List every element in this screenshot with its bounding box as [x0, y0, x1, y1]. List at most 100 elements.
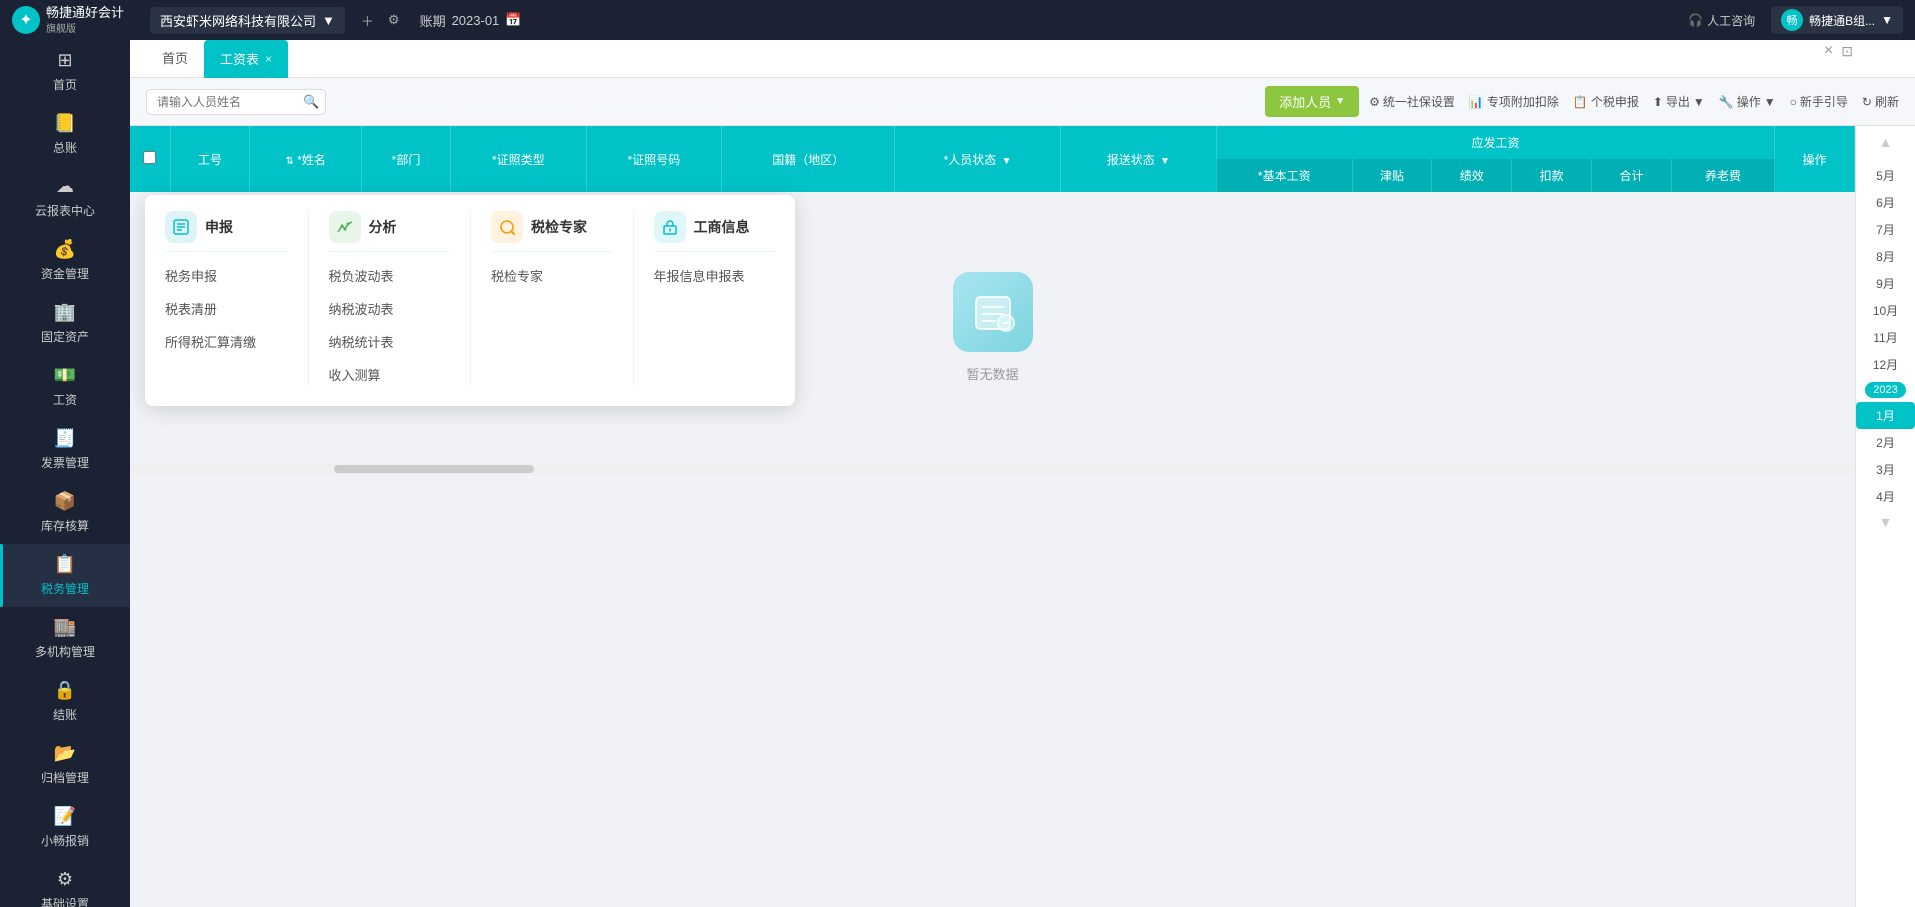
menu-tax-stats[interactable]: 纳税统计表 — [329, 330, 451, 353]
declaration-items: 税务申报 税表清册 所得税汇算清缴 — [165, 264, 288, 353]
calendar-year-badge[interactable]: 2023 — [1865, 382, 1905, 398]
sidebar-item-multi[interactable]: 🏬 多机构管理 — [0, 607, 130, 670]
scrollbar-thumb[interactable] — [334, 465, 534, 473]
calendar-month-7[interactable]: 7月 — [1856, 216, 1915, 243]
sidebar-item-tax[interactable]: 📋 税务管理 — [0, 544, 130, 607]
funds-icon: 💰 — [54, 239, 76, 260]
calendar-month-4[interactable]: 4月 — [1856, 483, 1915, 510]
menu-annual-report[interactable]: 年报信息申报表 — [654, 264, 776, 287]
add-person-label: 添加人员 — [1279, 92, 1331, 111]
period-label: 账期 — [420, 11, 446, 30]
calendar-month-8[interactable]: 8月 — [1856, 243, 1915, 270]
calendar-month-11[interactable]: 11月 — [1856, 324, 1915, 351]
export-btn[interactable]: ⬆ 导出 ▼ — [1653, 93, 1705, 110]
service-label: 人工咨询 — [1707, 12, 1755, 29]
tax-return-btn[interactable]: 📋 个税申报 — [1573, 93, 1639, 110]
th-operation: 操作 — [1775, 126, 1855, 192]
menu-tax-table[interactable]: 税表清册 — [165, 297, 288, 320]
sidebar-label-funds: 资金管理 — [41, 265, 89, 282]
th-allowance: 津贴 — [1352, 159, 1432, 192]
calendar-month-5[interactable]: 5月 — [1856, 162, 1915, 189]
sidebar-item-archive[interactable]: 📂 归档管理 — [0, 733, 130, 796]
dropdown-section-declaration: 申报 税务申报 税表清册 所得税汇算清缴 — [145, 211, 308, 386]
salary-icon: 💵 — [54, 365, 76, 386]
th-deduction: 扣款 — [1512, 159, 1592, 192]
home-icon: ⊞ — [57, 50, 72, 71]
guide-btn[interactable]: ○ 新手引导 — [1790, 93, 1848, 110]
calendar-scroll-up[interactable]: ▲ — [1856, 130, 1915, 154]
dropdown-section-tax-expert: 税检专家 税检专家 — [470, 211, 633, 386]
sidebar-item-invoice[interactable]: 🧾 发票管理 — [0, 418, 130, 481]
company-selector[interactable]: 西安虾米网络科技有限公司 ▼ — [150, 7, 345, 34]
calendar-month-3[interactable]: 3月 — [1856, 456, 1915, 483]
sidebar-item-inventory[interactable]: 📦 库存核算 — [0, 481, 130, 544]
calendar-month-9[interactable]: 9月 — [1856, 270, 1915, 297]
window-maximize-btn[interactable]: ⊡ — [1841, 43, 1853, 60]
calendar-month-2[interactable]: 2月 — [1856, 429, 1915, 456]
settings-icon[interactable]: ⚙ — [388, 12, 400, 28]
th-cert-type: *证照类型 — [450, 126, 586, 192]
sidebar-item-cloud[interactable]: ☁ 云报表中心 — [0, 166, 130, 229]
sidebar-item-xiaochang[interactable]: 📝 小畅报销 — [0, 796, 130, 859]
analysis-items: 税负波动表 纳税波动表 纳税统计表 收入测算 — [329, 264, 451, 386]
sidebar-label-assets: 固定资产 — [41, 328, 89, 345]
person-status-filter-icon[interactable]: ▼ — [1002, 156, 1012, 167]
tab-salary-table[interactable]: 工资表 × — [204, 40, 288, 78]
sidebar-item-close-period[interactable]: 🔒 结账 — [0, 670, 130, 733]
sidebar-item-salary[interactable]: 💵 工资 — [0, 355, 130, 418]
horizontal-scrollbar[interactable] — [130, 463, 1855, 475]
section-header-tax-expert: 税检专家 — [491, 211, 613, 252]
company-dropdown-icon: ▼ — [322, 13, 335, 28]
app-logo: ✦ 畅捷通好会计 旗舰版 — [12, 5, 142, 36]
social-insurance-icon: ⚙ — [1369, 95, 1380, 109]
window-close-btn[interactable]: × — [1824, 42, 1833, 60]
menu-tax-declare[interactable]: 税务申报 — [165, 264, 288, 287]
calendar-scroll-down[interactable]: ▼ — [1856, 510, 1915, 534]
operations-btn[interactable]: 🔧 操作 ▼ — [1719, 93, 1776, 110]
app-title: 畅捷通好会计 — [46, 5, 124, 21]
menu-tax-payment[interactable]: 纳税波动表 — [329, 297, 451, 320]
calendar-month-1-active[interactable]: 1月 — [1856, 402, 1915, 429]
analysis-section-icon — [329, 211, 361, 243]
tax-expert-items: 税检专家 — [491, 264, 613, 287]
tab-home[interactable]: 首页 — [146, 40, 204, 78]
sidebar-item-ledger[interactable]: 📒 总账 — [0, 103, 130, 166]
search-input[interactable] — [157, 95, 297, 109]
search-icon[interactable]: 🔍 — [303, 94, 319, 110]
calendar-month-10[interactable]: 10月 — [1856, 297, 1915, 324]
tax-expert-title: 税检专家 — [531, 217, 587, 237]
tax-expert-section-icon — [491, 211, 523, 243]
sidebar-item-basic[interactable]: ⚙ 基础设置 — [0, 859, 130, 907]
select-all-checkbox[interactable] — [143, 151, 156, 164]
no-data-text: 暂无数据 — [966, 364, 1018, 383]
add-person-button[interactable]: 添加人员 ▼ — [1265, 86, 1359, 117]
calendar-month-6[interactable]: 6月 — [1856, 189, 1915, 216]
tab-salary-close[interactable]: × — [265, 52, 272, 66]
calendar-icon[interactable]: 📅 — [505, 12, 521, 28]
menu-income-settle[interactable]: 所得税汇算清缴 — [165, 330, 288, 353]
calendar-month-12[interactable]: 12月 — [1856, 351, 1915, 378]
user-badge[interactable]: 畅 畅捷通B组... ▼ — [1771, 6, 1903, 34]
sidebar-item-home[interactable]: ⊞ 首页 — [0, 40, 130, 103]
tax-return-icon: 📋 — [1573, 95, 1588, 109]
menu-tax-burden[interactable]: 税负波动表 — [329, 264, 451, 287]
th-total: 合计 — [1592, 159, 1672, 192]
service-button[interactable]: 🎧 人工咨询 — [1688, 12, 1755, 29]
th-report-status: 报送状态 ▼ — [1060, 126, 1216, 192]
logo-icon: ✦ — [12, 6, 40, 34]
sidebar-label-multi: 多机构管理 — [35, 643, 95, 660]
menu-expert[interactable]: 税检专家 — [491, 264, 613, 287]
sidebar-label-cloud: 云报表中心 — [35, 202, 95, 219]
tax-return-label: 个税申报 — [1591, 93, 1639, 110]
social-insurance-btn[interactable]: ⚙ 统一社保设置 — [1369, 93, 1455, 110]
sidebar-item-funds[interactable]: 💰 资金管理 — [0, 229, 130, 292]
report-status-filter-icon[interactable]: ▼ — [1160, 156, 1170, 167]
add-company-btn[interactable]: ＋ — [361, 11, 374, 30]
menu-income-calc[interactable]: 收入测算 — [329, 363, 451, 386]
special-deduct-btn[interactable]: 📊 专项附加扣除 — [1469, 93, 1559, 110]
sidebar-item-assets[interactable]: 🏢 固定资产 — [0, 292, 130, 355]
calendar-year-header — [1856, 154, 1915, 162]
sort-icon: ⇅ — [285, 156, 293, 167]
refresh-btn[interactable]: ↻ 刷新 — [1862, 93, 1899, 110]
guide-circle-icon: ○ — [1790, 95, 1797, 109]
